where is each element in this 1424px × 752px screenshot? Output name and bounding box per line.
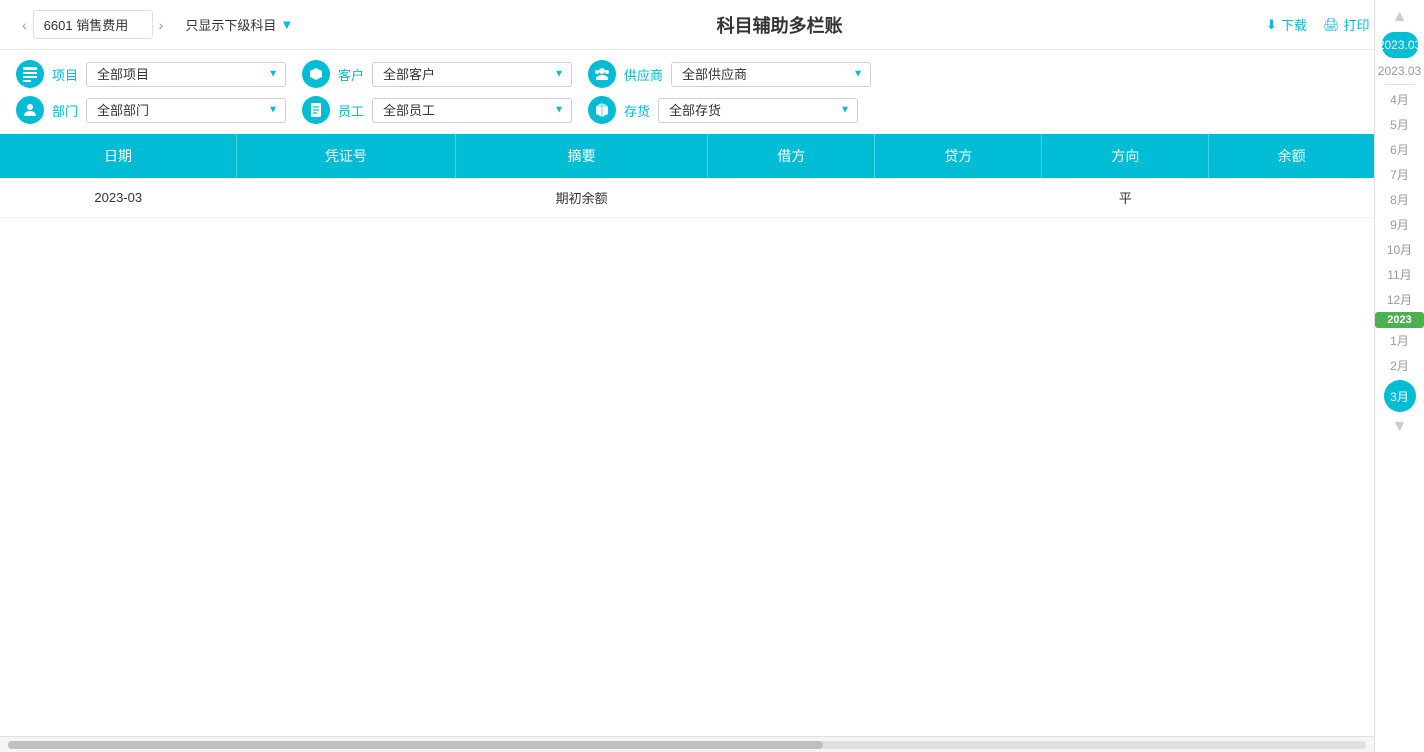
- cell-balance: [1209, 178, 1374, 218]
- supplier-select[interactable]: 全部供应商: [671, 62, 871, 87]
- inventory-icon: [588, 96, 616, 124]
- customer-icon: [302, 60, 330, 88]
- col-debit: 借方: [708, 134, 875, 178]
- show-sub-dropdown-arrow: ▼: [280, 17, 293, 32]
- print-icon: 🖨: [1323, 17, 1340, 33]
- filter-item-customer: 客户 全部客户: [302, 60, 572, 88]
- sidebar-item-feb[interactable]: 2月: [1375, 353, 1424, 378]
- download-label: 下载: [1281, 15, 1307, 34]
- download-icon: ⬇: [1266, 17, 1277, 33]
- sidebar-item-2023-03-top[interactable]: 2023.03: [1382, 32, 1418, 58]
- account-label: 6601 销售费用: [33, 10, 153, 39]
- cell-debit: [708, 178, 875, 218]
- table-container: 日期 凭证号 摘要 借方 贷方 方向 余额 2023-03 期初余额 平: [0, 134, 1374, 736]
- print-btn[interactable]: 🖨 打印: [1323, 15, 1370, 34]
- main-window: ▲ 2023.03 2023.03 4月 5月 6月 7月 8月 9月 10月 …: [0, 0, 1424, 752]
- sidebar-item-2023-03-second[interactable]: 2023.03: [1375, 60, 1424, 82]
- cell-voucher: [236, 178, 455, 218]
- department-select[interactable]: 全部部门: [86, 98, 286, 123]
- project-select[interactable]: 全部项目: [86, 62, 286, 87]
- show-sub-account-btn[interactable]: 只显示下级科目 ▼: [185, 15, 293, 34]
- page-title: 科目辅助多栏账: [293, 12, 1266, 38]
- filter-item-employee: 员工 全部员工: [302, 96, 572, 124]
- inventory-select[interactable]: 全部存货: [658, 98, 858, 123]
- show-sub-label: 只显示下级科目: [185, 15, 276, 34]
- sidebar-item-jul[interactable]: 7月: [1375, 162, 1424, 187]
- download-btn[interactable]: ⬇ 下载: [1266, 15, 1307, 34]
- department-select-wrap: 全部部门: [86, 98, 286, 123]
- employee-select-wrap: 全部员工: [372, 98, 572, 123]
- col-direction: 方向: [1042, 134, 1209, 178]
- sidebar-item-oct[interactable]: 10月: [1375, 237, 1424, 262]
- table-row: 2023-03 期初余额 平: [0, 178, 1374, 218]
- project-icon: [16, 60, 44, 88]
- ledger-table: 日期 凭证号 摘要 借方 贷方 方向 余额 2023-03 期初余额 平: [0, 134, 1374, 218]
- header-bar: ‹ 6601 销售费用 › 只显示下级科目 ▼ 科目辅助多栏账 ⬇ 下载 🖨 打…: [0, 0, 1424, 50]
- filter-row-2: 部门 全部部门 员工 全部员工: [16, 96, 1408, 124]
- supplier-select-wrap: 全部供应商: [671, 62, 871, 87]
- sidebar-item-year-2023[interactable]: 2023: [1375, 312, 1424, 328]
- inventory-label: 存货: [624, 101, 650, 120]
- sidebar-scroll-up-btn[interactable]: ▲: [1392, 8, 1408, 26]
- customer-select[interactable]: 全部客户: [372, 62, 572, 87]
- cell-credit: [875, 178, 1042, 218]
- filter-bar: 项目 全部项目 客户 全部客户: [0, 50, 1424, 134]
- col-credit: 贷方: [875, 134, 1042, 178]
- sidebar-scroll-down-btn[interactable]: ▼: [1392, 418, 1408, 436]
- cell-date: 2023-03: [0, 178, 236, 218]
- sidebar-item-jun[interactable]: 6月: [1375, 137, 1424, 162]
- filter-row-1: 项目 全部项目 客户 全部客户: [16, 60, 1408, 88]
- sidebar-item-nov[interactable]: 11月: [1375, 262, 1424, 287]
- sidebar-item-sep[interactable]: 9月: [1375, 212, 1424, 237]
- department-label: 部门: [52, 101, 78, 120]
- col-voucher: 凭证号: [236, 134, 455, 178]
- col-summary: 摘要: [455, 134, 707, 178]
- filter-item-project: 项目 全部项目: [16, 60, 286, 88]
- sidebar-item-dec[interactable]: 12月: [1375, 287, 1424, 312]
- sidebar-item-may[interactable]: 5月: [1375, 112, 1424, 137]
- project-label: 项目: [52, 65, 78, 84]
- customer-select-wrap: 全部客户: [372, 62, 572, 87]
- cell-direction: 平: [1042, 178, 1209, 218]
- next-account-btn[interactable]: ›: [153, 15, 170, 35]
- filter-item-supplier: 供应商 全部供应商: [588, 60, 871, 88]
- sidebar-item-apr[interactable]: 4月: [1375, 87, 1424, 112]
- scrollbar-thumb[interactable]: [8, 741, 823, 749]
- print-label: 打印: [1343, 15, 1369, 34]
- employee-select[interactable]: 全部员工: [372, 98, 572, 123]
- project-select-wrap: 全部项目: [86, 62, 286, 87]
- customer-label: 客户: [338, 65, 364, 84]
- supplier-label: 供应商: [624, 65, 663, 84]
- cell-summary: 期初余额: [455, 178, 707, 218]
- scrollbar-track: [8, 741, 1366, 749]
- right-sidebar: ▲ 2023.03 2023.03 4月 5月 6月 7月 8月 9月 10月 …: [1374, 0, 1424, 752]
- sidebar-divider: [1385, 84, 1415, 85]
- horizontal-scrollbar[interactable]: [0, 736, 1374, 752]
- sidebar-item-aug[interactable]: 8月: [1375, 187, 1424, 212]
- col-date: 日期: [0, 134, 236, 178]
- sidebar-item-jan[interactable]: 1月: [1375, 328, 1424, 353]
- filter-item-inventory: 存货 全部存货: [588, 96, 858, 124]
- prev-account-btn[interactable]: ‹: [16, 15, 33, 35]
- employee-icon: [302, 96, 330, 124]
- sidebar-item-mar-active[interactable]: 3月: [1384, 380, 1416, 412]
- col-balance: 余额: [1209, 134, 1374, 178]
- filter-item-department: 部门 全部部门: [16, 96, 286, 124]
- supplier-icon: [588, 60, 616, 88]
- account-name: 销售费用: [76, 18, 128, 33]
- inventory-select-wrap: 全部存货: [658, 98, 858, 123]
- employee-label: 员工: [338, 101, 364, 120]
- department-icon: [16, 96, 44, 124]
- account-code: 6601: [44, 18, 73, 33]
